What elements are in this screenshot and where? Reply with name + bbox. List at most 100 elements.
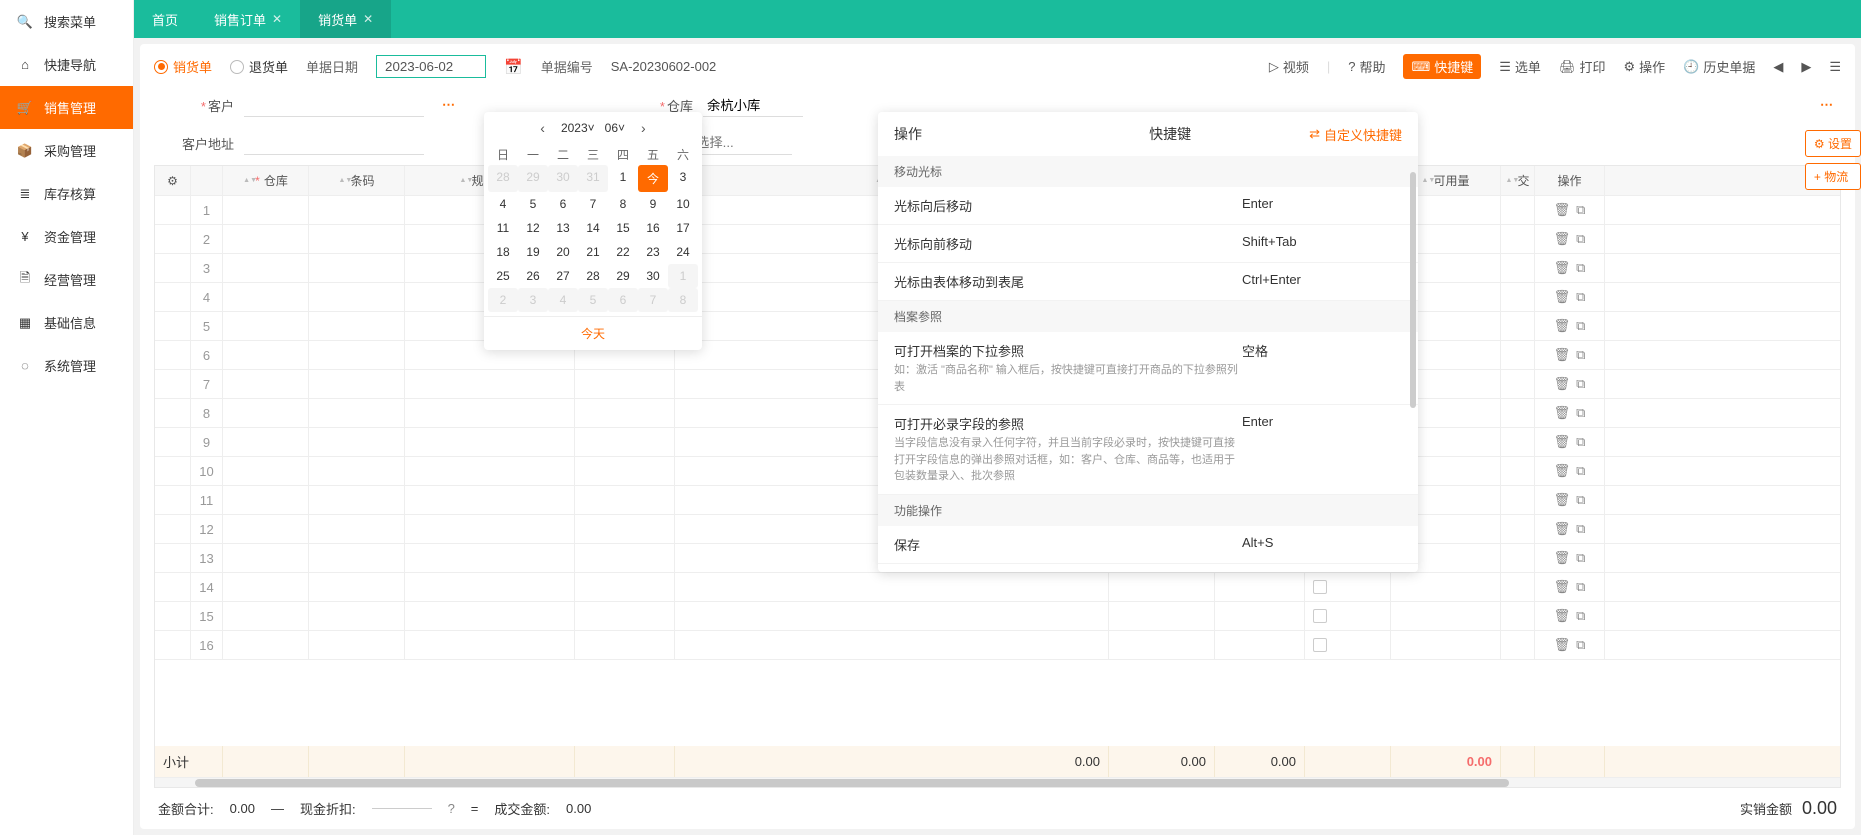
cal-day[interactable]: 3 [518,288,548,312]
sidebar-item-8[interactable]: ◌系统管理 [0,344,133,387]
copy-icon[interactable]: ⧉ [1576,521,1585,537]
cal-year-select[interactable]: 2023˅ [561,121,595,135]
cal-day[interactable]: 14 [578,216,608,240]
copy-icon[interactable]: ⧉ [1576,376,1585,392]
th-barcode[interactable]: ▲▼条码 [309,166,405,195]
cal-day[interactable]: 13 [548,216,578,240]
gear-icon[interactable]: ⚙ [167,174,178,188]
cal-day[interactable]: 7 [638,288,668,312]
copy-icon[interactable]: ⧉ [1576,608,1585,624]
th-deliver[interactable]: ▲▼交 [1501,166,1535,195]
delete-icon[interactable]: 🗑 [1554,608,1571,624]
copy-icon[interactable]: ⧉ [1576,318,1585,334]
cal-month-select[interactable]: 06˅ [605,121,625,135]
warehouse-input[interactable] [703,93,803,117]
copy-icon[interactable]: ⧉ [1576,579,1585,595]
cal-day[interactable]: 18 [488,240,518,264]
delete-icon[interactable]: 🗑 [1554,550,1571,566]
cal-day[interactable]: 30 [548,165,578,192]
cal-day[interactable]: 4 [548,288,578,312]
copy-icon[interactable]: ⧉ [1576,260,1585,276]
delete-icon[interactable]: 🗑 [1554,492,1571,508]
sidebar-item-3[interactable]: 📦采购管理 [0,129,133,172]
cal-day[interactable]: 24 [668,240,698,264]
copy-icon[interactable]: ⧉ [1576,405,1585,421]
cal-day[interactable]: 25 [488,264,518,288]
cal-day[interactable]: 8 [608,192,638,216]
cal-day[interactable]: 15 [608,216,638,240]
cal-day[interactable]: 30 [638,264,668,288]
delete-icon[interactable]: 🗑 [1554,202,1571,218]
sidebar-item-2[interactable]: 🛒销售管理 [0,86,133,129]
copy-icon[interactable]: ⧉ [1576,434,1585,450]
addr-input[interactable] [244,131,424,155]
cal-day[interactable]: 5 [518,192,548,216]
cal-day[interactable]: 23 [638,240,668,264]
cal-day[interactable]: 6 [548,192,578,216]
copy-icon[interactable]: ⧉ [1576,463,1585,479]
delete-icon[interactable]: 🗑 [1554,579,1571,595]
cal-day[interactable]: 1 [668,264,698,288]
project-input[interactable] [692,131,792,155]
h-scrollbar[interactable] [155,777,1840,787]
cal-today[interactable]: 今天 [484,316,702,350]
help-button[interactable]: ? 帮助 [1348,57,1385,76]
delete-icon[interactable]: 🗑 [1554,521,1571,537]
sidebar-item-6[interactable]: 🗎经营管理 [0,258,133,301]
delete-icon[interactable]: 🗑 [1554,463,1571,479]
gift-checkbox[interactable] [1313,580,1327,594]
tab-0[interactable]: 首页 [134,0,196,38]
cal-day[interactable]: 9 [638,192,668,216]
cash-discount-input[interactable] [372,808,432,809]
delete-icon[interactable]: 🗑 [1554,231,1571,247]
delete-icon[interactable]: 🗑 [1554,434,1571,450]
cal-day[interactable]: 7 [578,192,608,216]
cal-next[interactable]: › [635,120,652,136]
th-wh[interactable]: ▲▼*仓库 [223,166,309,195]
cal-day[interactable]: 5 [578,288,608,312]
cal-day[interactable]: 22 [608,240,638,264]
delete-icon[interactable]: 🗑 [1554,260,1571,276]
copy-icon[interactable]: ⧉ [1576,289,1585,305]
gift-checkbox[interactable] [1313,638,1327,652]
form-more-icon[interactable]: ⋯ [1812,97,1841,113]
radio-return[interactable]: 退货单 [230,57,288,76]
cal-day[interactable]: 31 [578,165,608,192]
customer-input[interactable] [244,93,424,117]
sidebar-item-0[interactable]: 🔍搜索菜单 [0,0,133,43]
cal-day[interactable]: 20 [548,240,578,264]
customer-more-icon[interactable]: ⋯ [434,97,463,113]
table-row[interactable]: 14🗑⧉ [155,573,1840,602]
tab-close-icon[interactable]: ✕ [363,12,373,26]
cal-day[interactable]: 27 [548,264,578,288]
next-doc-button[interactable]: ▶ [1801,59,1811,75]
video-button[interactable]: ▷ 视频 [1269,57,1309,76]
sidebar-item-4[interactable]: ≣库存核算 [0,172,133,215]
cal-day[interactable]: 1 [608,165,638,192]
delete-icon[interactable]: 🗑 [1554,405,1571,421]
cal-day[interactable]: 29 [608,264,638,288]
shortcut-button[interactable]: ⌨ 快捷键 [1403,54,1481,79]
settings-button[interactable]: ⚙ 设置 [1805,130,1861,157]
copy-icon[interactable]: ⧉ [1576,231,1585,247]
cal-day[interactable]: 2 [488,288,518,312]
customize-shortcut-link[interactable]: ⇄ 自定义快捷键 [1309,125,1402,144]
cal-prev[interactable]: ‹ [534,120,551,136]
cal-day[interactable]: 21 [578,240,608,264]
cal-day[interactable]: 16 [638,216,668,240]
sidebar-item-1[interactable]: ⌂快捷导航 [0,43,133,86]
calendar-icon[interactable]: 📅 [504,58,523,76]
cal-day[interactable]: 17 [668,216,698,240]
cal-day[interactable]: 3 [668,165,698,192]
operate-button[interactable]: ⚙ 操作 [1623,57,1665,76]
copy-icon[interactable]: ⧉ [1576,347,1585,363]
prev-doc-button[interactable]: ◀ [1773,59,1783,75]
sidebar-item-7[interactable]: ▦基础信息 [0,301,133,344]
radio-sales[interactable]: 销货单 [154,57,212,76]
collapse-button[interactable]: ☰ [1829,59,1841,75]
copy-icon[interactable]: ⧉ [1576,492,1585,508]
cal-day[interactable]: 26 [518,264,548,288]
table-row[interactable]: 16🗑⧉ [155,631,1840,660]
cal-day[interactable]: 8 [668,288,698,312]
delete-icon[interactable]: 🗑 [1554,318,1571,334]
